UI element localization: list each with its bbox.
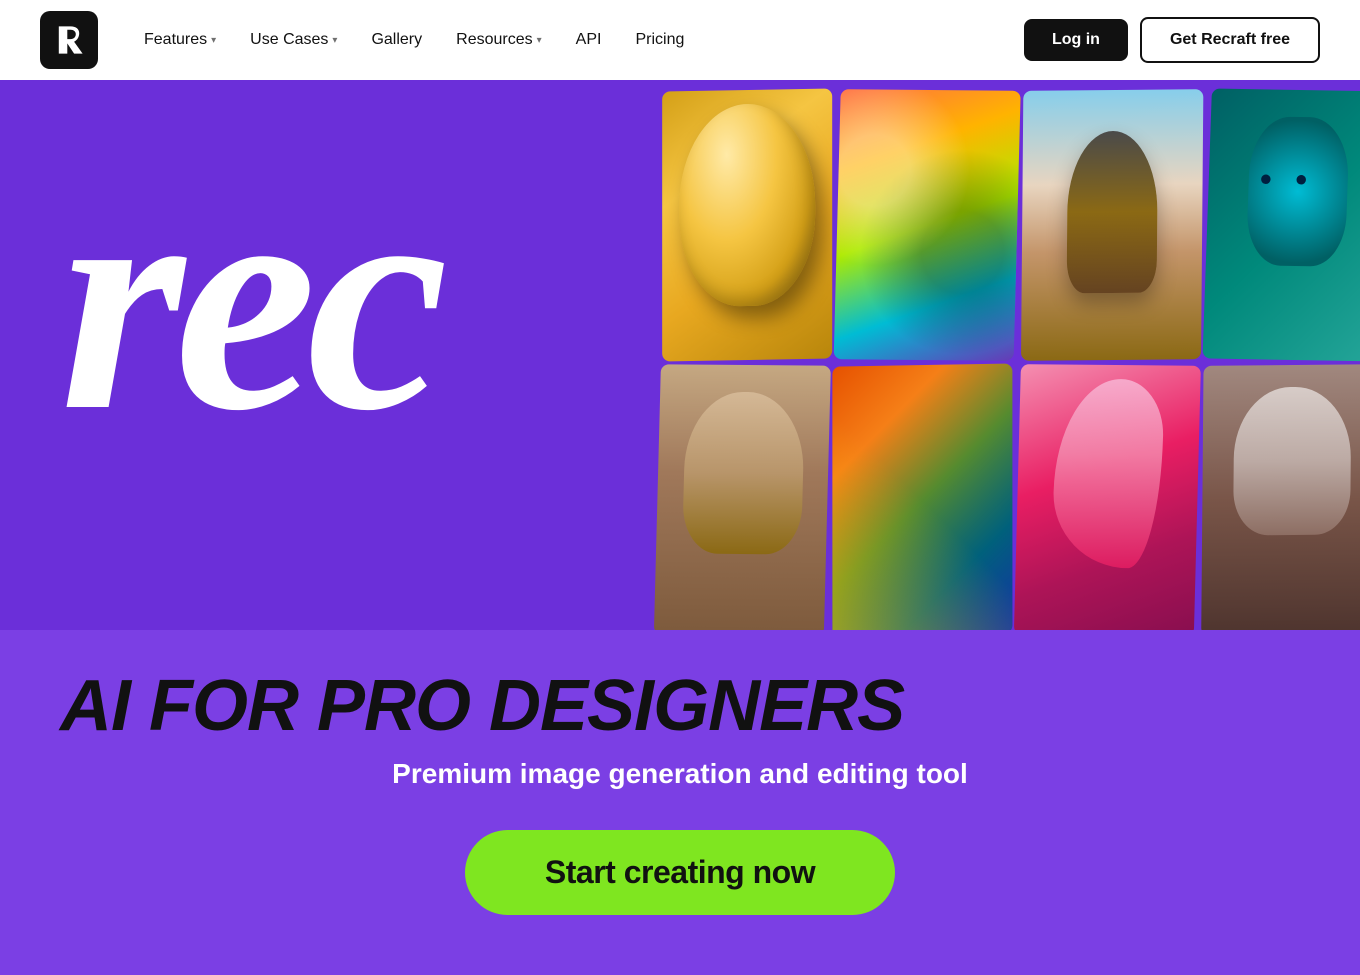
collage-panel-5: [654, 364, 831, 630]
chevron-down-icon: ▾: [332, 35, 337, 46]
collage-panel-3: [1021, 89, 1203, 361]
collage-panel-6: [832, 363, 1012, 630]
nav-features[interactable]: Features ▾: [130, 23, 230, 57]
nav-api[interactable]: API: [562, 23, 616, 57]
chevron-down-icon: ▾: [211, 35, 216, 46]
nav-gallery[interactable]: Gallery: [357, 23, 436, 57]
nav-links: Features ▾ Use Cases ▾ Gallery Resources…: [130, 23, 1024, 57]
collage-panel-4: [1203, 88, 1360, 361]
nav-resources[interactable]: Resources ▾: [442, 23, 556, 57]
hero-section: rec AI FOR PRO DESIGNERS Premium image g…: [0, 80, 1360, 975]
logo[interactable]: [40, 11, 98, 69]
hero-big-text: rec: [60, 140, 439, 460]
hero-banner: rec: [0, 80, 1360, 630]
hero-cta-wrapper: Start creating now: [60, 830, 1300, 915]
nav-use-cases[interactable]: Use Cases ▾: [236, 23, 351, 57]
hero-headline: AI FOR PRO DESIGNERS: [60, 670, 1300, 742]
collage-panel-1: [662, 89, 832, 362]
start-creating-button[interactable]: Start creating now: [465, 830, 895, 915]
logo-icon: [52, 23, 86, 57]
hero-subheadline: Premium image generation and editing too…: [60, 758, 1300, 790]
nav-actions: Log in Get Recraft free: [1024, 17, 1320, 63]
navigation: Features ▾ Use Cases ▾ Gallery Resources…: [0, 0, 1360, 80]
get-recraft-free-button[interactable]: Get Recraft free: [1140, 17, 1320, 63]
hero-bottom: AI FOR PRO DESIGNERS Premium image gener…: [0, 630, 1360, 975]
login-button[interactable]: Log in: [1024, 19, 1128, 61]
collage-panel-2: [834, 89, 1021, 361]
collage-panel-7: [1014, 364, 1201, 630]
collage-panel-8: [1201, 364, 1360, 630]
chevron-down-icon: ▾: [537, 35, 542, 46]
hero-image-collage: [645, 80, 1360, 620]
nav-pricing[interactable]: Pricing: [621, 23, 698, 57]
